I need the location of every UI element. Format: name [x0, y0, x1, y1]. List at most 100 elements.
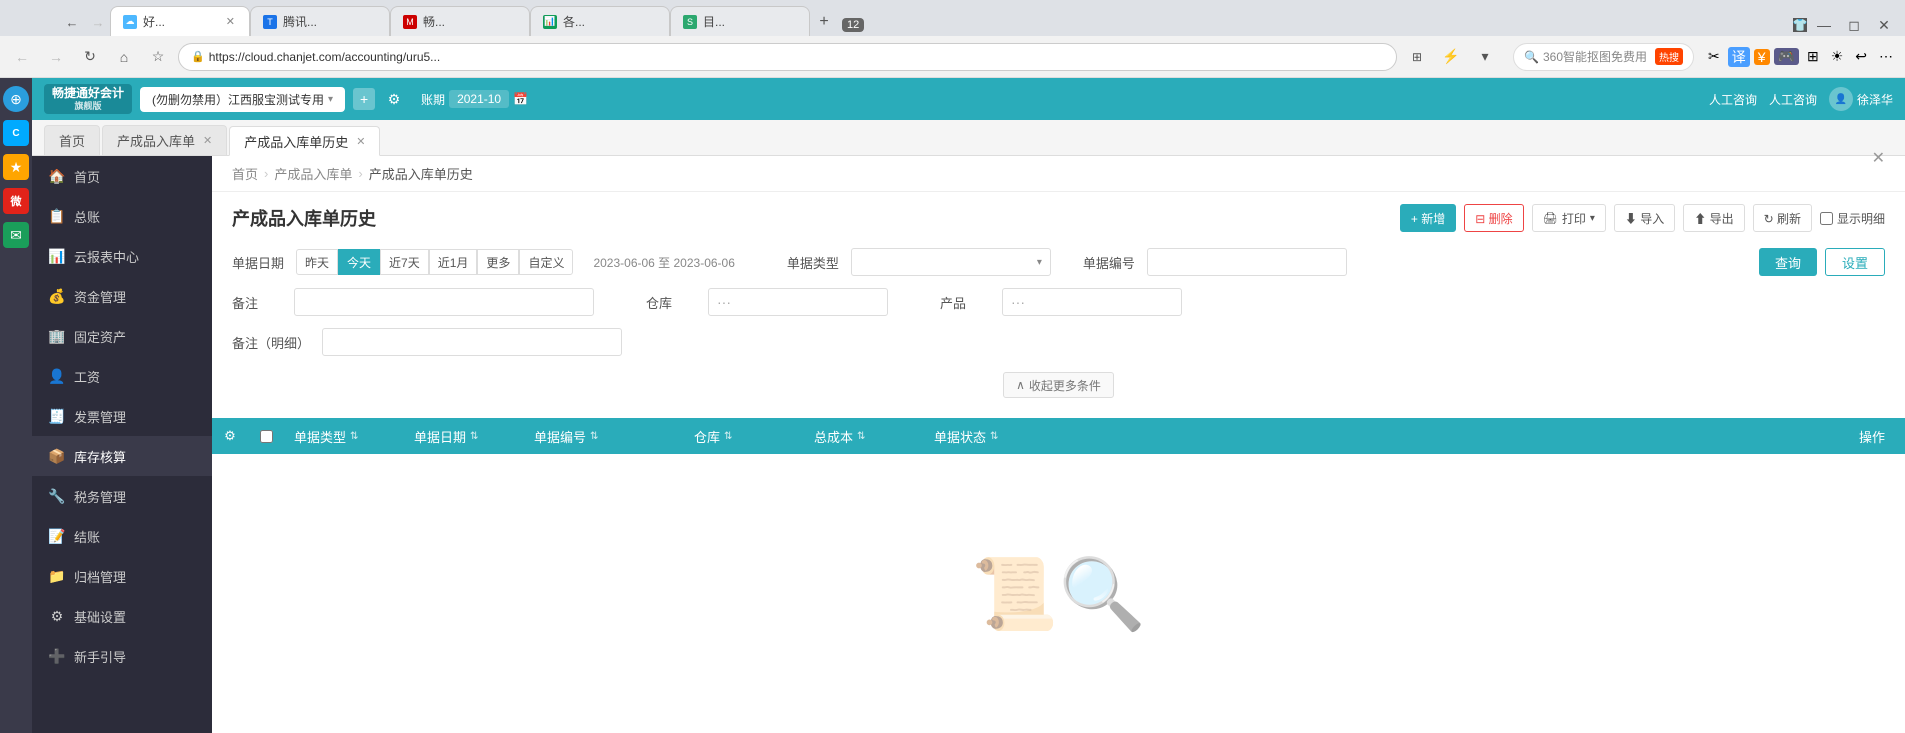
- home-nav-btn[interactable]: ⌂: [110, 43, 138, 71]
- app-icon-chanjet[interactable]: C: [3, 120, 29, 146]
- undo-ext-btn[interactable]: ↩: [1851, 48, 1871, 65]
- tab-home[interactable]: 首页: [44, 125, 100, 155]
- user-service-btn[interactable]: 人工咨询: [1709, 91, 1757, 108]
- nav-item-guide[interactable]: ➕ 新手引导: [32, 636, 212, 676]
- tab-inventory-list-close[interactable]: ✕: [203, 134, 212, 147]
- add-btn[interactable]: + 新增: [1400, 204, 1456, 232]
- date-btn-7days[interactable]: 近7天: [380, 249, 429, 275]
- query-btn[interactable]: 查询: [1759, 248, 1817, 276]
- import-btn[interactable]: ⬇ 导入: [1614, 204, 1675, 232]
- payment-ext-icon[interactable]: ¥: [1754, 49, 1770, 65]
- refresh-btn[interactable]: ↻ 刷新: [1753, 204, 1812, 232]
- type-filter-select[interactable]: ▾: [851, 248, 1051, 276]
- browser-tab-active[interactable]: ☁ 好... ✕: [110, 6, 250, 36]
- browser-tab-tencent[interactable]: T 腾讯...: [250, 6, 390, 36]
- refresh-nav-btn[interactable]: ↻: [76, 43, 104, 71]
- nav-item-finance[interactable]: 💰 资金管理: [32, 276, 212, 316]
- grid-ext-icon[interactable]: ⊞: [1803, 48, 1823, 65]
- nav-item-payroll[interactable]: 👤 工资: [32, 356, 212, 396]
- nav-item-basic[interactable]: ⚙ 基础设置: [32, 596, 212, 636]
- user-service-text[interactable]: 人工咨询: [1769, 91, 1817, 108]
- date-btn-yesterday[interactable]: 昨天: [296, 249, 338, 275]
- app-icon-weibo[interactable]: 微: [3, 188, 29, 214]
- search-bar[interactable]: 🔍 360智能抠图免费用 热搜: [1513, 43, 1694, 71]
- remark-filter-input[interactable]: [294, 288, 594, 316]
- breadcrumb-parent[interactable]: 产成品入库单: [274, 164, 352, 183]
- nav-item-home[interactable]: 🏠 首页: [32, 156, 212, 196]
- theme-ext-icon[interactable]: ☀: [1827, 48, 1848, 65]
- new-tab-btn[interactable]: +: [810, 8, 838, 36]
- date-btn-more[interactable]: 更多: [477, 249, 519, 275]
- add-company-btn[interactable]: +: [353, 88, 375, 110]
- nav-item-ledger[interactable]: 📋 总账: [32, 196, 212, 236]
- th-type[interactable]: 单据类型 ⇅: [284, 427, 404, 446]
- th-settings[interactable]: ⚙: [212, 428, 248, 444]
- browser-tab-s[interactable]: S 目...: [670, 6, 810, 36]
- nav-item-close[interactable]: 📝 结账: [32, 516, 212, 556]
- shirt-icon[interactable]: 👕: [1793, 18, 1807, 32]
- date-btn-custom[interactable]: 自定义: [519, 249, 573, 275]
- forward-btn[interactable]: →: [42, 43, 70, 71]
- app-icon-mail[interactable]: ✉: [3, 222, 29, 248]
- delete-btn[interactable]: ⊟ 删除: [1464, 204, 1523, 232]
- settings-btn[interactable]: 设置: [1825, 248, 1885, 276]
- game-ext-icon[interactable]: 🎮: [1774, 48, 1799, 65]
- display-cols-label[interactable]: 显示明细: [1820, 210, 1885, 227]
- browser-back-btn[interactable]: ←: [60, 10, 84, 34]
- app-icon-360[interactable]: ⊕: [3, 86, 29, 112]
- collapse-btn[interactable]: ∧ 收起更多条件: [1003, 372, 1114, 398]
- calendar-icon[interactable]: 📅: [513, 92, 528, 106]
- export-btn[interactable]: ⬆ 导出: [1683, 204, 1744, 232]
- user-profile[interactable]: 👤 徐泽华: [1829, 87, 1893, 111]
- th-total-cost[interactable]: 总成本 ⇅: [804, 427, 924, 446]
- nav-item-inventory[interactable]: 📦 库存核算: [32, 436, 212, 476]
- th-warehouse[interactable]: 仓库 ⇅: [684, 427, 804, 446]
- date-btn-today[interactable]: 今天: [338, 249, 380, 275]
- bookmark-btn[interactable]: ☆: [144, 43, 172, 71]
- address-input-box[interactable]: 🔒 https://cloud.chanjet.com/accounting/u…: [178, 43, 1397, 71]
- extensions-btn[interactable]: ⊞: [1403, 43, 1431, 71]
- select-all-checkbox[interactable]: [260, 430, 273, 443]
- browser-tab-m[interactable]: M 畅...: [390, 6, 530, 36]
- th-checkbox[interactable]: [248, 430, 284, 443]
- back-btn[interactable]: ←: [8, 43, 36, 71]
- translate-ext-icon[interactable]: 译: [1728, 47, 1750, 67]
- th-date[interactable]: 单据日期 ⇅: [404, 427, 524, 446]
- warehouse-filter-select[interactable]: ···: [708, 288, 888, 316]
- nav-item-archive[interactable]: 📁 归档管理: [32, 556, 212, 596]
- tab-inventory-history-close[interactable]: ✕: [356, 135, 365, 148]
- breadcrumb-home[interactable]: 首页: [232, 164, 258, 183]
- nav-item-tax[interactable]: 🔧 税务管理: [32, 476, 212, 516]
- nav-item-reports[interactable]: 📊 云报表中心: [32, 236, 212, 276]
- company-selector[interactable]: (勿删勿禁用）江西服宝测试专用 ▾: [140, 87, 345, 112]
- date-btn-1month[interactable]: 近1月: [429, 249, 478, 275]
- page-close-btn[interactable]: ✕: [1872, 148, 1885, 168]
- tab-close-btn[interactable]: ✕: [224, 13, 237, 30]
- tab-count-badge[interactable]: 12: [838, 18, 864, 36]
- tab-label-sheets: 各...: [563, 13, 585, 30]
- browser-tab-sheets[interactable]: 📊 各...: [530, 6, 670, 36]
- close-window-btn[interactable]: ✕: [1871, 16, 1897, 34]
- number-filter-input[interactable]: [1147, 248, 1347, 276]
- product-filter-select[interactable]: ···: [1002, 288, 1182, 316]
- detail-remark-input[interactable]: [322, 328, 622, 356]
- app-icon-star[interactable]: ★: [3, 154, 29, 180]
- dropdown-arrow[interactable]: ▾: [1471, 43, 1499, 71]
- tab-inventory-list[interactable]: 产成品入库单 ✕: [102, 125, 227, 155]
- company-settings-btn[interactable]: ⚙: [383, 88, 405, 110]
- period-value[interactable]: 2021-10: [449, 90, 509, 108]
- maximize-btn[interactable]: ◻: [1841, 16, 1867, 34]
- th-status[interactable]: 单据状态 ⇅: [924, 427, 1044, 446]
- nav-item-fixed-assets-label: 固定资产: [74, 327, 126, 346]
- print-btn[interactable]: 🖨 打印 ▾: [1532, 204, 1606, 232]
- th-number[interactable]: 单据编号 ⇅: [524, 427, 684, 446]
- more-ext-btn[interactable]: ⋯: [1875, 48, 1897, 65]
- scissors-ext-icon[interactable]: ✂: [1704, 48, 1724, 65]
- display-cols-checkbox[interactable]: [1820, 212, 1833, 225]
- nav-item-fixed-assets[interactable]: 🏢 固定资产: [32, 316, 212, 356]
- tab-inventory-history[interactable]: 产成品入库单历史 ✕: [229, 126, 380, 156]
- minimize-btn[interactable]: —: [1811, 16, 1837, 34]
- nav-item-invoice[interactable]: 🧾 发票管理: [32, 396, 212, 436]
- lightning-btn[interactable]: ⚡: [1437, 43, 1465, 71]
- browser-forward-btn[interactable]: →: [86, 10, 110, 34]
